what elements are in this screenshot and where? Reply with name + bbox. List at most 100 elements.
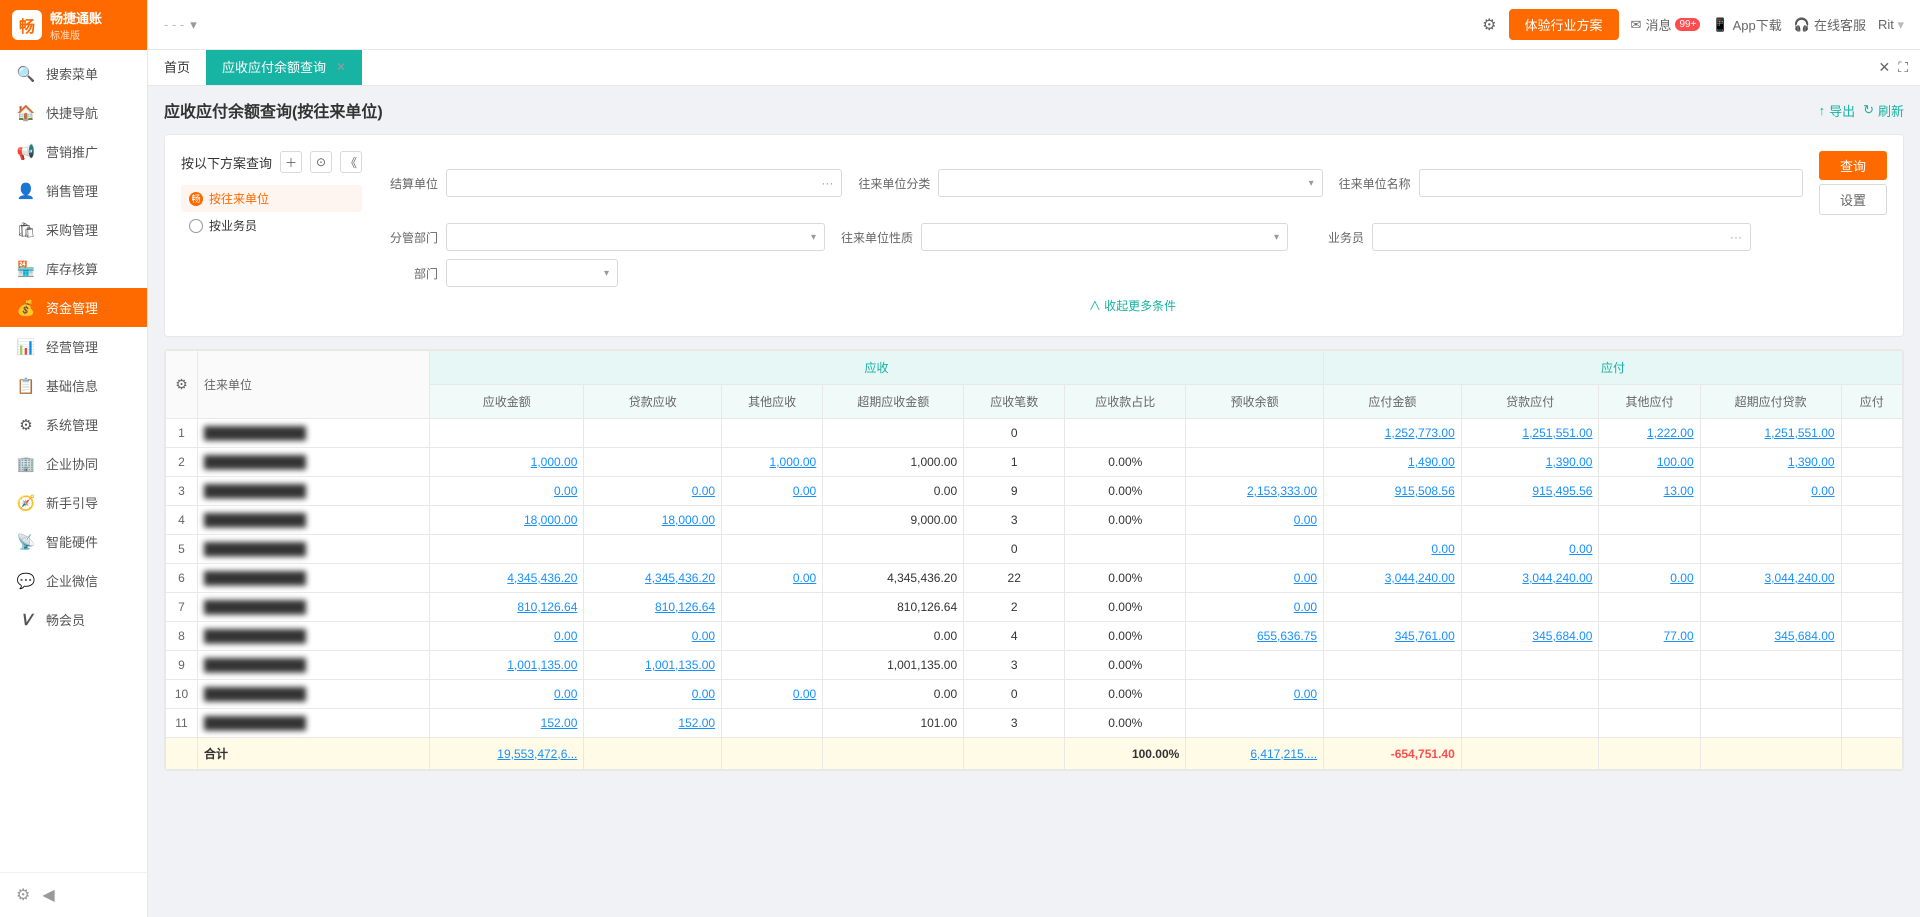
table-cell-link[interactable]: 4,345,436.20 [430,564,584,593]
table-cell-link[interactable]: 1,001,135.00 [430,651,584,680]
tab-home[interactable]: 首页 [148,50,206,85]
table-cell-link[interactable] [1461,709,1599,738]
table-cell-link[interactable] [722,651,823,680]
table-cell-link[interactable] [1599,709,1700,738]
sidebar-item-hardware[interactable]: 📡 智能硬件 [0,522,147,561]
footer-ar-amount[interactable]: 19,553,472,6... [430,738,584,770]
settings-button[interactable]: 设置 [1819,184,1887,215]
unit-nature-input[interactable]: ▾ [921,223,1288,251]
table-cell-link[interactable] [1700,593,1841,622]
tab-close-icon[interactable]: ✕ [336,60,346,74]
table-cell-link[interactable]: 0.00 [430,622,584,651]
table-cell-link[interactable]: 0.00 [1186,680,1324,709]
collapse-icon[interactable]: ◀︎ [42,885,54,905]
table-cell-link[interactable] [430,535,584,564]
gear-icon[interactable]: ⚙ [1482,15,1496,35]
table-cell-link[interactable]: 810,126.64 [430,593,584,622]
table-cell-link[interactable] [1700,506,1841,535]
table-cell-link[interactable]: 810,126.64 [584,593,722,622]
table-cell-link[interactable] [1461,506,1599,535]
table-cell-link[interactable] [1461,651,1599,680]
table-cell-link[interactable] [1700,709,1841,738]
table-cell-link[interactable]: 18,000.00 [430,506,584,535]
table-cell-link[interactable]: 0.00 [722,680,823,709]
table-cell-link[interactable]: 1,251,551.00 [1700,419,1841,448]
table-cell-link[interactable]: 1,001,135.00 [584,651,722,680]
app-download-button[interactable]: 📱 App下载 [1712,15,1781,34]
table-cell-link[interactable]: 0.00 [584,477,722,506]
settlement-input[interactable]: ··· [446,169,842,197]
sidebar-item-system[interactable]: ⚙ 系统管理 [0,405,147,444]
table-cell-link[interactable]: 152.00 [430,709,584,738]
sidebar-item-search[interactable]: 🔍 搜索菜单 [0,54,147,93]
export-button[interactable]: ↑ 导出 [1819,101,1856,120]
salesman-input[interactable]: ··· [1372,223,1751,251]
table-cell-link[interactable] [1461,593,1599,622]
table-cell-link[interactable]: 345,684.00 [1461,622,1599,651]
table-cell-link[interactable]: 1,000.00 [722,448,823,477]
solution-button[interactable]: 体验行业方案 [1509,9,1619,40]
more-scheme-button[interactable]: 《 [340,151,362,173]
table-cell-link[interactable] [1599,535,1700,564]
table-cell-link[interactable]: 18,000.00 [584,506,722,535]
table-cell-link[interactable]: 0.00 [1186,506,1324,535]
table-cell-link[interactable] [1324,506,1462,535]
table-cell-link[interactable] [584,535,722,564]
sidebar-item-sales[interactable]: 👤 销售管理 [0,171,147,210]
table-cell-link[interactable] [1186,709,1324,738]
dept2-input[interactable]: ▾ [446,259,618,287]
table-cell-link[interactable] [430,419,584,448]
table-cell-link[interactable]: 100.00 [1599,448,1700,477]
table-cell-link[interactable] [722,535,823,564]
scheme-by-salesman[interactable]: 按业务员 [181,212,362,239]
table-cell-link[interactable] [722,709,823,738]
refresh-button[interactable]: ↻ 刷新 [1863,101,1904,120]
unit-category-input[interactable]: ▾ [938,169,1322,197]
table-cell-link[interactable] [1186,448,1324,477]
table-cell-link[interactable]: 1,252,773.00 [1324,419,1462,448]
sidebar-item-operation[interactable]: 📊 经营管理 [0,327,147,366]
chevron-down-icon[interactable]: ▾ [190,17,197,33]
table-cell-link[interactable]: 655,636.75 [1186,622,1324,651]
table-cell-link[interactable] [1186,419,1324,448]
table-cell-link[interactable] [584,448,722,477]
sidebar-item-marketing[interactable]: 📢 营销推广 [0,132,147,171]
table-cell-link[interactable]: 152.00 [584,709,722,738]
table-cell-link[interactable] [722,506,823,535]
table-cell-link[interactable]: 3,044,240.00 [1324,564,1462,593]
sidebar-item-purchase[interactable]: 🛍 采购管理 [0,210,147,249]
table-cell-link[interactable]: 13.00 [1599,477,1700,506]
table-cell-link[interactable]: 345,684.00 [1700,622,1841,651]
table-cell-link[interactable] [1700,535,1841,564]
table-cell-link[interactable]: 0.00 [1186,593,1324,622]
sidebar-item-guide[interactable]: 🧭 新手引导 [0,483,147,522]
table-cell-link[interactable] [722,622,823,651]
table-cell-link[interactable] [1324,709,1462,738]
edit-scheme-button[interactable]: ⊙ [310,151,332,173]
table-cell-link[interactable]: 915,495.56 [1461,477,1599,506]
online-service-button[interactable]: 🎧 在线客服 [1794,15,1866,34]
sidebar-item-wechat[interactable]: 💬 企业微信 [0,561,147,600]
table-cell-link[interactable]: 0.00 [584,680,722,709]
user-info[interactable]: Rit ▾ [1878,17,1904,33]
table-cell-link[interactable] [584,419,722,448]
table-cell-link[interactable]: 915,508.56 [1324,477,1462,506]
footer-prepay[interactable]: 6,417,215.... [1186,738,1324,770]
table-cell-link[interactable] [1324,593,1462,622]
th-gear[interactable]: ⚙ [166,351,198,419]
dept-input[interactable]: ▾ [446,223,825,251]
table-cell-link[interactable] [1461,680,1599,709]
table-cell-link[interactable]: 1,390.00 [1461,448,1599,477]
sidebar-item-basic[interactable]: 📋 基础信息 [0,366,147,405]
sidebar-item-member[interactable]: Ⅴ 畅会员 [0,600,147,639]
sidebar-item-inventory[interactable]: 🏪 库存核算 [0,249,147,288]
table-cell-link[interactable]: 3,044,240.00 [1700,564,1841,593]
table-cell-link[interactable]: 0.00 [1700,477,1841,506]
table-cell-link[interactable] [1700,680,1841,709]
table-cell-link[interactable]: 0.00 [584,622,722,651]
table-cell-link[interactable]: 77.00 [1599,622,1700,651]
tab-receivable[interactable]: 应收应付余额查询 ✕ [206,50,362,85]
table-cell-link[interactable]: 1,390.00 [1700,448,1841,477]
query-button[interactable]: 查询 [1819,151,1887,180]
table-cell-link[interactable]: 0.00 [430,680,584,709]
